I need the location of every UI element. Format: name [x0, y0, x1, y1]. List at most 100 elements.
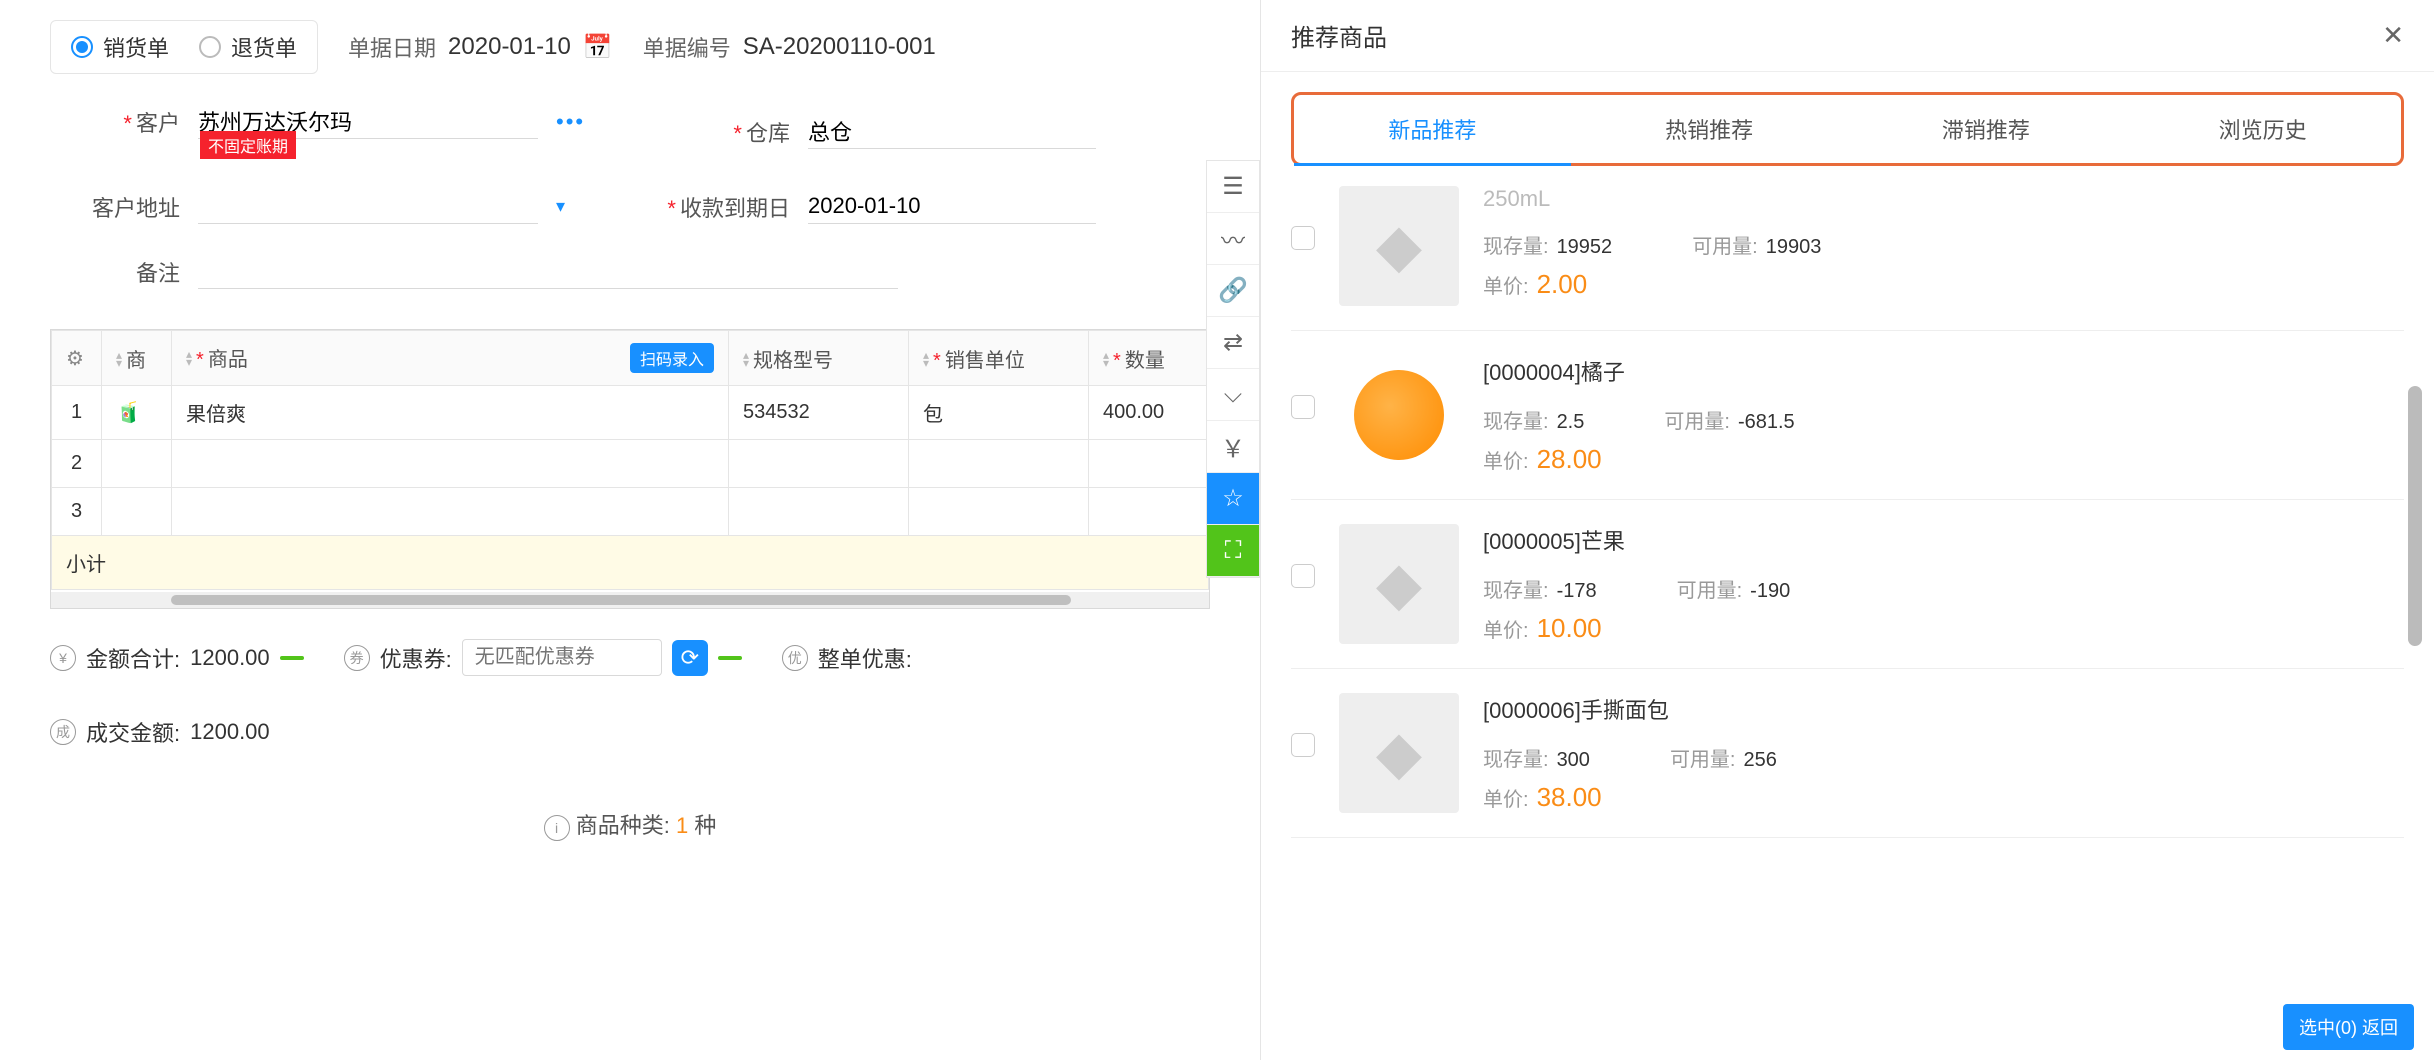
tab-hot[interactable]: 热销推荐: [1571, 95, 1848, 163]
currency-icon[interactable]: ￥: [1207, 421, 1259, 473]
total-amount: ¥ 金额合计: 1200.00: [50, 642, 304, 674]
price-value: 38.00: [1537, 782, 1602, 812]
list-icon[interactable]: ☰: [1207, 161, 1259, 213]
price-value: 10.00: [1537, 613, 1602, 643]
deal-icon: 成: [50, 719, 76, 745]
dash-icon: [280, 656, 304, 660]
radio-dot-icon: [199, 36, 221, 58]
product-item: [0000004]橘子 现存量:2.5 可用量:-681.5 单价:28.00: [1291, 331, 2404, 500]
product-list[interactable]: ◆ 250mL 现存量:19952 可用量:19903 单价:2.00 [000…: [1261, 186, 2434, 1060]
cell-unit[interactable]: 包: [909, 386, 1089, 440]
gear-icon: ⚙: [66, 348, 84, 370]
swap-icon[interactable]: ⇄: [1207, 317, 1259, 369]
col-unit[interactable]: ▴▾*销售单位: [909, 331, 1089, 386]
main-form-area: 销货单 退货单 单据日期 2020-01-10 📅 单据编号 SA-202001…: [0, 0, 1260, 1060]
product-image: [1339, 355, 1459, 475]
expand-icon[interactable]: ⛶: [1207, 525, 1259, 577]
table-row[interactable]: 1 🧃 果倍爽 534532 包 400.00: [52, 386, 1209, 440]
account-period-badge: 不固定账期: [200, 131, 296, 159]
subtotal-row: 小计: [52, 536, 1209, 590]
calendar-icon[interactable]: 📅: [583, 33, 613, 62]
cell-spec[interactable]: 534532: [729, 386, 909, 440]
doc-number-value: SA-20200110-001: [743, 33, 936, 61]
radio-sales-order[interactable]: 销货单: [71, 31, 169, 63]
close-icon[interactable]: ✕: [2382, 20, 2404, 51]
select-return-button[interactable]: 选中(0) 返回: [2283, 1004, 2414, 1050]
table-row[interactable]: 2: [52, 440, 1209, 488]
info-icon: i: [544, 815, 570, 841]
cell-qty[interactable]: 400.00: [1089, 386, 1209, 440]
order-type-switch: 销货单 退货单: [50, 20, 318, 74]
due-date-field: *收款到期日: [660, 189, 1210, 224]
product-image-placeholder: ◆: [1339, 186, 1459, 306]
coupon-input[interactable]: [462, 639, 662, 676]
recommend-tabs: 新品推荐 热销推荐 滞销推荐 浏览历史: [1291, 92, 2404, 166]
items-table: ⚙ ▴▾商 ▴▾*商品扫码录入 ▴▾规格型号 ▴▾*销售单位 ▴▾*数量 1 🧃…: [50, 329, 1210, 609]
label: 单据日期: [348, 31, 436, 63]
avail-value: 256: [1744, 749, 1777, 771]
product-checkbox[interactable]: [1291, 226, 1315, 250]
stock-value: 19952: [1557, 236, 1613, 258]
chevron-down-icon[interactable]: ▾: [556, 196, 565, 217]
product-checkbox[interactable]: [1291, 564, 1315, 588]
col-settings[interactable]: ⚙: [52, 331, 102, 386]
col-prod-short[interactable]: ▴▾商: [102, 331, 172, 386]
avail-value: -190: [1750, 580, 1790, 602]
warehouse-field: *仓库: [660, 104, 1210, 159]
product-title: [0000006]手撕面包: [1483, 693, 2404, 725]
cell-product[interactable]: 果倍爽: [172, 386, 729, 440]
col-qty[interactable]: ▴▾*数量: [1089, 331, 1209, 386]
customer-field: *客户 •••: [50, 104, 600, 139]
product-image-placeholder: ◆: [1339, 693, 1459, 813]
recommend-panel: 推荐商品 ✕ 新品推荐 热销推荐 滞销推荐 浏览历史 ◆ 250mL 现存量:1…: [1260, 0, 2434, 1060]
product-item: ◆ [0000005]芒果 现存量:-178 可用量:-190 单价:10.00: [1291, 500, 2404, 669]
tab-new[interactable]: 新品推荐: [1294, 95, 1571, 166]
scroll-thumb[interactable]: [171, 595, 1071, 605]
label: 客户地址: [50, 191, 180, 223]
product-item: ◆ 250mL 现存量:19952 可用量:19903 单价:2.00: [1291, 186, 2404, 331]
product-item: ◆ [0000006]手撕面包 现存量:300 可用量:256 单价:38.00: [1291, 669, 2404, 838]
horizontal-scrollbar[interactable]: [51, 592, 1209, 608]
tab-slow[interactable]: 滞销推荐: [1848, 95, 2125, 163]
label: 单据编号: [643, 31, 731, 63]
doc-number-field: 单据编号 SA-20200110-001: [643, 31, 936, 63]
star-icon[interactable]: ☆: [1207, 473, 1259, 525]
price-value: 28.00: [1537, 444, 1602, 474]
tab-history[interactable]: 浏览历史: [2124, 95, 2401, 163]
product-title: [0000005]芒果: [1483, 524, 2404, 556]
scan-input-button[interactable]: 扫码录入: [630, 343, 714, 373]
table-row[interactable]: 3: [52, 488, 1209, 536]
product-checkbox[interactable]: [1291, 395, 1315, 419]
remark-input[interactable]: [198, 254, 898, 289]
warehouse-input[interactable]: [808, 114, 1096, 149]
stock-value: 2.5: [1557, 411, 1585, 433]
col-product[interactable]: ▴▾*商品扫码录入: [172, 331, 729, 386]
radio-label: 销货单: [103, 31, 169, 63]
stock-value: -178: [1557, 580, 1597, 602]
receipt-icon[interactable]: ⌵: [1207, 369, 1259, 421]
footer-summary: i 商品种类: 1 种: [50, 808, 1210, 841]
radio-return-order[interactable]: 退货单: [199, 31, 297, 63]
address-field: 客户地址 ▾: [50, 189, 600, 224]
label: 备注: [50, 256, 180, 288]
discount-icon: 优: [782, 645, 808, 671]
coupon-icon: 券: [344, 645, 370, 671]
label: 仓库: [746, 121, 790, 146]
doc-date-value[interactable]: 2020-01-10: [448, 33, 571, 61]
chart-icon[interactable]: 〰: [1207, 213, 1259, 265]
radio-dot-icon: [71, 36, 93, 58]
dash-icon: [718, 656, 742, 660]
col-spec[interactable]: ▴▾规格型号: [729, 331, 909, 386]
due-date-input[interactable]: [808, 189, 1096, 224]
coupon-field: 券 优惠券: ⟳: [344, 639, 742, 676]
stock-value: 300: [1557, 749, 1590, 771]
vertical-scrollbar[interactable]: [2408, 386, 2422, 646]
address-input[interactable]: [198, 189, 538, 224]
link-icon[interactable]: 🔗: [1207, 265, 1259, 317]
refresh-coupon-button[interactable]: ⟳: [672, 640, 708, 676]
customer-lookup-icon[interactable]: •••: [556, 109, 585, 135]
radio-label: 退货单: [231, 31, 297, 63]
row-index: 1: [52, 386, 102, 440]
product-checkbox[interactable]: [1291, 733, 1315, 757]
price-value: 2.00: [1537, 269, 1588, 299]
